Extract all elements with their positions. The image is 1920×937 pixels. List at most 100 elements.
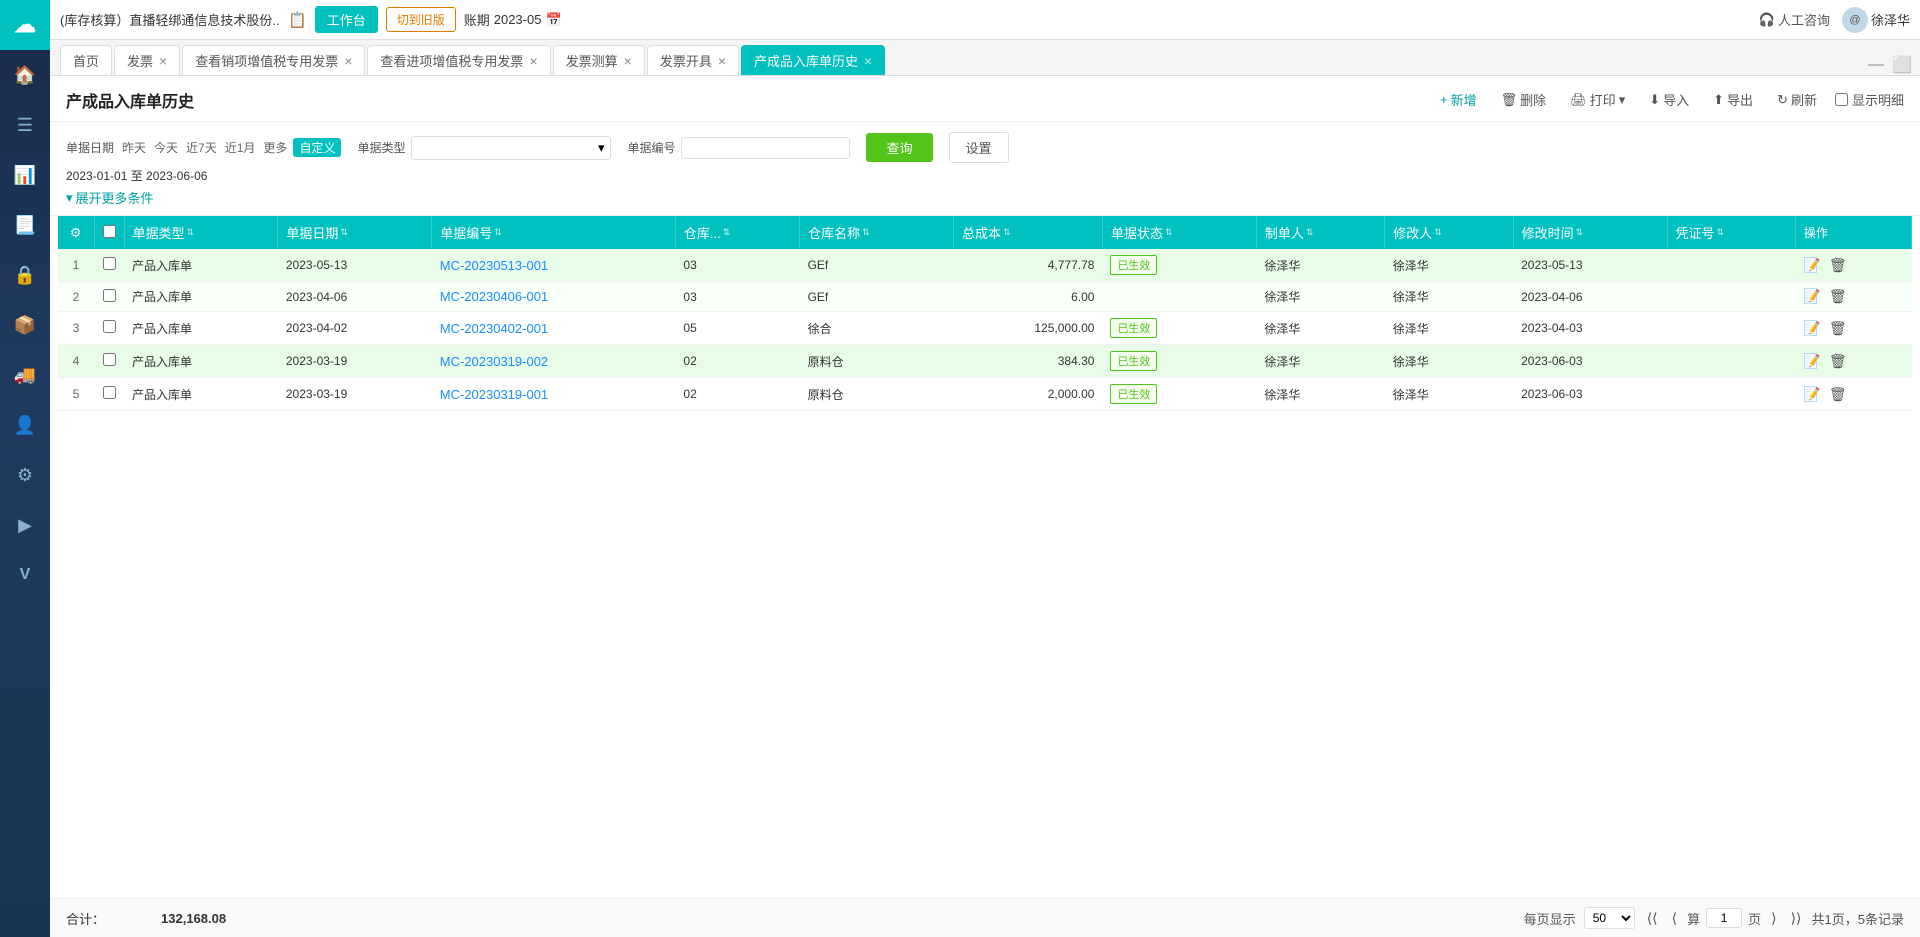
last-page-btn[interactable]: ⟩⟩ xyxy=(1787,908,1806,929)
sidebar-item-box[interactable]: 📦 xyxy=(0,300,50,350)
close-icon[interactable]: × xyxy=(718,54,726,68)
sort-icon[interactable]: ⇅ xyxy=(1003,227,1011,238)
sort-icon[interactable]: ⇅ xyxy=(187,227,195,238)
tab-home[interactable]: 首页 xyxy=(60,45,112,75)
tab-maximize-icon[interactable]: ⬜ xyxy=(1892,55,1912,75)
number-link[interactable]: MC-20230406-001 xyxy=(440,289,548,304)
number-link[interactable]: MC-20230402-001 xyxy=(440,321,548,336)
company-name[interactable]: (库存核算）直播轻绑通信息技术股份... ▾ xyxy=(60,10,280,29)
tab-invoice-calc[interactable]: 发票测算 × xyxy=(553,45,645,75)
delete-row-icon[interactable]: 🗑 xyxy=(1829,386,1847,403)
week-btn[interactable]: 近7天 xyxy=(184,138,219,157)
tab-invoice[interactable]: 发票 × xyxy=(114,45,180,75)
number-link[interactable]: MC-20230513-001 xyxy=(440,258,548,273)
sidebar-item-document[interactable]: ☰ xyxy=(0,100,50,150)
delete-row-icon[interactable]: 🗑 xyxy=(1829,257,1847,274)
number-input-wrap[interactable] xyxy=(681,137,850,159)
delete-button[interactable]: 🗑 删除 xyxy=(1495,86,1553,113)
user-menu[interactable]: @ 徐泽华 xyxy=(1842,7,1910,33)
detail-check[interactable] xyxy=(1835,93,1848,106)
service-link[interactable]: 🎧 人工咨询 xyxy=(1759,10,1830,29)
sort-icon[interactable]: ⇅ xyxy=(862,227,870,238)
sort-icon[interactable]: ⇅ xyxy=(340,227,348,238)
print-button[interactable]: 🖨 打印 ▾ xyxy=(1564,86,1631,113)
edit-icon[interactable]: 📝 xyxy=(1803,386,1820,403)
row-select[interactable] xyxy=(103,353,116,366)
today-btn[interactable]: 今天 xyxy=(152,138,180,157)
settings-gear-icon[interactable]: ⚙ xyxy=(70,225,82,240)
tab-minimize-icon[interactable]: — xyxy=(1868,56,1884,74)
tab-sales-invoice[interactable]: 查看销项增值税专用发票 × xyxy=(182,45,365,75)
th-settings[interactable]: ⚙ xyxy=(58,216,94,249)
edit-icon[interactable]: 📝 xyxy=(1803,353,1820,370)
doc-icon[interactable]: 📋 xyxy=(288,11,307,29)
custom-btn[interactable]: 自定义 xyxy=(293,138,341,157)
add-button[interactable]: + 新增 xyxy=(1434,86,1483,113)
row-number[interactable]: MC-20230513-001 xyxy=(432,249,676,282)
edit-icon[interactable]: 📝 xyxy=(1803,320,1820,337)
row-select[interactable] xyxy=(103,289,116,302)
edit-icon[interactable]: 📝 xyxy=(1803,288,1820,305)
row-checkbox[interactable] xyxy=(94,312,124,345)
export-button[interactable]: ⬆ 导出 xyxy=(1707,86,1759,113)
sort-icon[interactable]: ⇅ xyxy=(1306,227,1314,238)
tab-purchase-invoice[interactable]: 查看进项增值税专用发票 × xyxy=(367,45,550,75)
sidebar-item-chart[interactable]: 📊 xyxy=(0,150,50,200)
prev-page-btn[interactable]: ⟨ xyxy=(1668,908,1681,929)
set-button[interactable]: 设置 xyxy=(949,132,1009,163)
query-button[interactable]: 查询 xyxy=(866,133,932,162)
edit-icon[interactable]: 📝 xyxy=(1803,257,1820,274)
month-btn[interactable]: 近1月 xyxy=(223,138,258,157)
import-button[interactable]: ⬇ 导入 xyxy=(1643,86,1695,113)
row-checkbox[interactable] xyxy=(94,282,124,312)
sort-icon[interactable]: ⇅ xyxy=(1576,227,1584,238)
sort-icon[interactable]: ⇅ xyxy=(1165,227,1173,238)
number-link[interactable]: MC-20230319-001 xyxy=(440,387,548,402)
type-select-wrap[interactable]: ▾ xyxy=(411,136,611,160)
sidebar-item-invoice[interactable]: 📃 xyxy=(0,200,50,250)
expand-more-btn[interactable]: ▾ 展开更多条件 xyxy=(66,188,1904,207)
tab-product-history[interactable]: 产成品入库单历史 × xyxy=(741,45,885,75)
row-select[interactable] xyxy=(103,257,116,270)
type-select[interactable] xyxy=(418,141,597,155)
page-size-select[interactable]: 50 100 200 xyxy=(1584,907,1635,929)
period-calendar-icon[interactable]: 📅 xyxy=(545,12,561,28)
tab-invoice-open[interactable]: 发票开具 × xyxy=(647,45,739,75)
sidebar-item-user[interactable]: 👤 xyxy=(0,400,50,450)
switch-button[interactable]: 切到旧版 xyxy=(386,7,456,32)
row-number[interactable]: MC-20230319-001 xyxy=(432,378,676,411)
sort-icon[interactable]: ⇅ xyxy=(723,227,731,238)
refresh-button[interactable]: ↻ 刷新 xyxy=(1771,86,1823,113)
delete-row-icon[interactable]: 🗑 xyxy=(1829,288,1847,305)
delete-row-icon[interactable]: 🗑 xyxy=(1829,320,1847,337)
workbench-button[interactable]: 工作台 xyxy=(315,6,378,33)
row-number[interactable]: MC-20230402-001 xyxy=(432,312,676,345)
row-checkbox[interactable] xyxy=(94,249,124,282)
sidebar-item-lock[interactable]: 🔒 xyxy=(0,250,50,300)
show-detail-checkbox[interactable]: 显示明细 xyxy=(1835,90,1904,109)
close-icon[interactable]: × xyxy=(864,54,872,68)
first-page-btn[interactable]: ⟨⟨ xyxy=(1643,908,1662,929)
number-link[interactable]: MC-20230319-002 xyxy=(440,354,548,369)
row-select[interactable] xyxy=(103,320,116,333)
close-icon[interactable]: × xyxy=(344,54,352,68)
sidebar-item-settings[interactable]: ⚙ xyxy=(0,450,50,500)
close-icon[interactable]: × xyxy=(624,54,632,68)
row-select[interactable] xyxy=(103,386,116,399)
th-checkbox[interactable] xyxy=(94,216,124,249)
sidebar-item-home[interactable]: 🏠 xyxy=(0,50,50,100)
sidebar-item-truck[interactable]: 🚚 xyxy=(0,350,50,400)
row-number[interactable]: MC-20230319-002 xyxy=(432,345,676,378)
sort-icon[interactable]: ⇅ xyxy=(494,227,502,238)
number-input[interactable] xyxy=(688,141,843,155)
sidebar-item-video[interactable]: ▶ xyxy=(0,500,50,550)
more-btn[interactable]: 更多 xyxy=(261,138,289,157)
sort-icon[interactable]: ⇅ xyxy=(1434,227,1442,238)
row-number[interactable]: MC-20230406-001 xyxy=(432,282,676,312)
close-icon[interactable]: × xyxy=(529,54,537,68)
next-page-btn[interactable]: ⟩ xyxy=(1767,908,1780,929)
page-input[interactable] xyxy=(1706,908,1742,928)
delete-row-icon[interactable]: 🗑 xyxy=(1829,353,1847,370)
sort-icon[interactable]: ⇅ xyxy=(1717,227,1725,238)
row-checkbox[interactable] xyxy=(94,378,124,411)
